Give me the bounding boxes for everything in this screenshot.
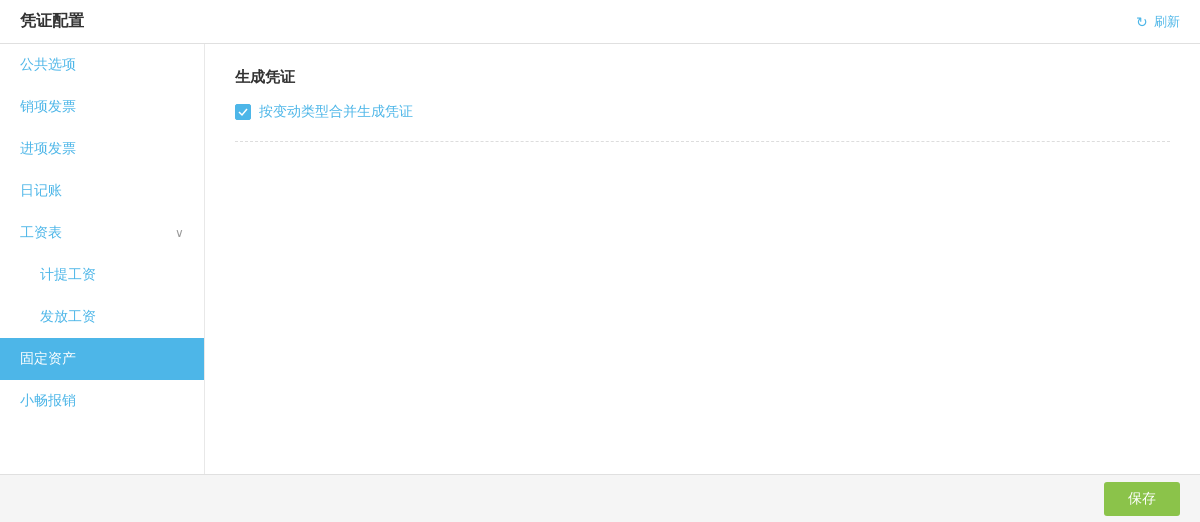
sidebar-item-journal[interactable]: 日记账: [0, 170, 204, 212]
save-button[interactable]: 保存: [1104, 482, 1180, 516]
header: 凭证配置 ↻ 刷新: [0, 0, 1200, 44]
sidebar-item-sales-invoice[interactable]: 销项发票: [0, 86, 204, 128]
sidebar-item-label: 工资表: [20, 224, 62, 242]
sidebar-item-purchase-invoice[interactable]: 进项发票: [0, 128, 204, 170]
footer: 保存: [0, 474, 1200, 522]
page-title: 凭证配置: [20, 11, 84, 32]
sidebar-item-pay-salary[interactable]: 发放工资: [0, 296, 204, 338]
app-container: 凭证配置 ↻ 刷新 公共选项销项发票进项发票日记账工资表 ∨ 计提工资发放工资固定资…: [0, 0, 1200, 522]
section-divider: [235, 141, 1170, 142]
sidebar-item-label: 销项发票: [20, 98, 76, 116]
sidebar-item-label: 固定资产: [20, 350, 76, 368]
refresh-label: 刷新: [1154, 13, 1180, 31]
checkbox-row: 按变动类型合并生成凭证: [235, 103, 1170, 121]
sidebar-item-label: 计提工资: [40, 266, 96, 284]
sidebar-item-label: 公共选项: [20, 56, 76, 74]
checkbox-label[interactable]: 按变动类型合并生成凭证: [259, 103, 413, 121]
sidebar-item-label: 进项发票: [20, 140, 76, 158]
sidebar-item-label: 小畅报销: [20, 392, 76, 410]
sidebar: 公共选项销项发票进项发票日记账工资表 ∨ 计提工资发放工资固定资产小畅报销: [0, 44, 205, 474]
body: 公共选项销项发票进项发票日记账工资表 ∨ 计提工资发放工资固定资产小畅报销 生成凭证…: [0, 44, 1200, 474]
sidebar-item-label: 日记账: [20, 182, 62, 200]
merge-checkbox[interactable]: [235, 104, 251, 120]
chevron-down-icon: ∨: [175, 226, 184, 240]
sidebar-item-payroll-table[interactable]: 工资表 ∨: [0, 212, 204, 254]
sidebar-item-fixed-assets[interactable]: 固定资产: [0, 338, 204, 380]
sidebar-item-calculate-salary[interactable]: 计提工资: [0, 254, 204, 296]
sidebar-item-label: 发放工资: [40, 308, 96, 326]
sidebar-item-expense-report[interactable]: 小畅报销: [0, 380, 204, 422]
refresh-icon: ↻: [1136, 14, 1148, 30]
sidebar-item-public-options[interactable]: 公共选项: [0, 44, 204, 86]
refresh-button[interactable]: ↻ 刷新: [1136, 13, 1180, 31]
section-title: 生成凭证: [235, 68, 1170, 87]
check-icon: [238, 107, 248, 117]
main-content: 生成凭证 按变动类型合并生成凭证: [205, 44, 1200, 474]
